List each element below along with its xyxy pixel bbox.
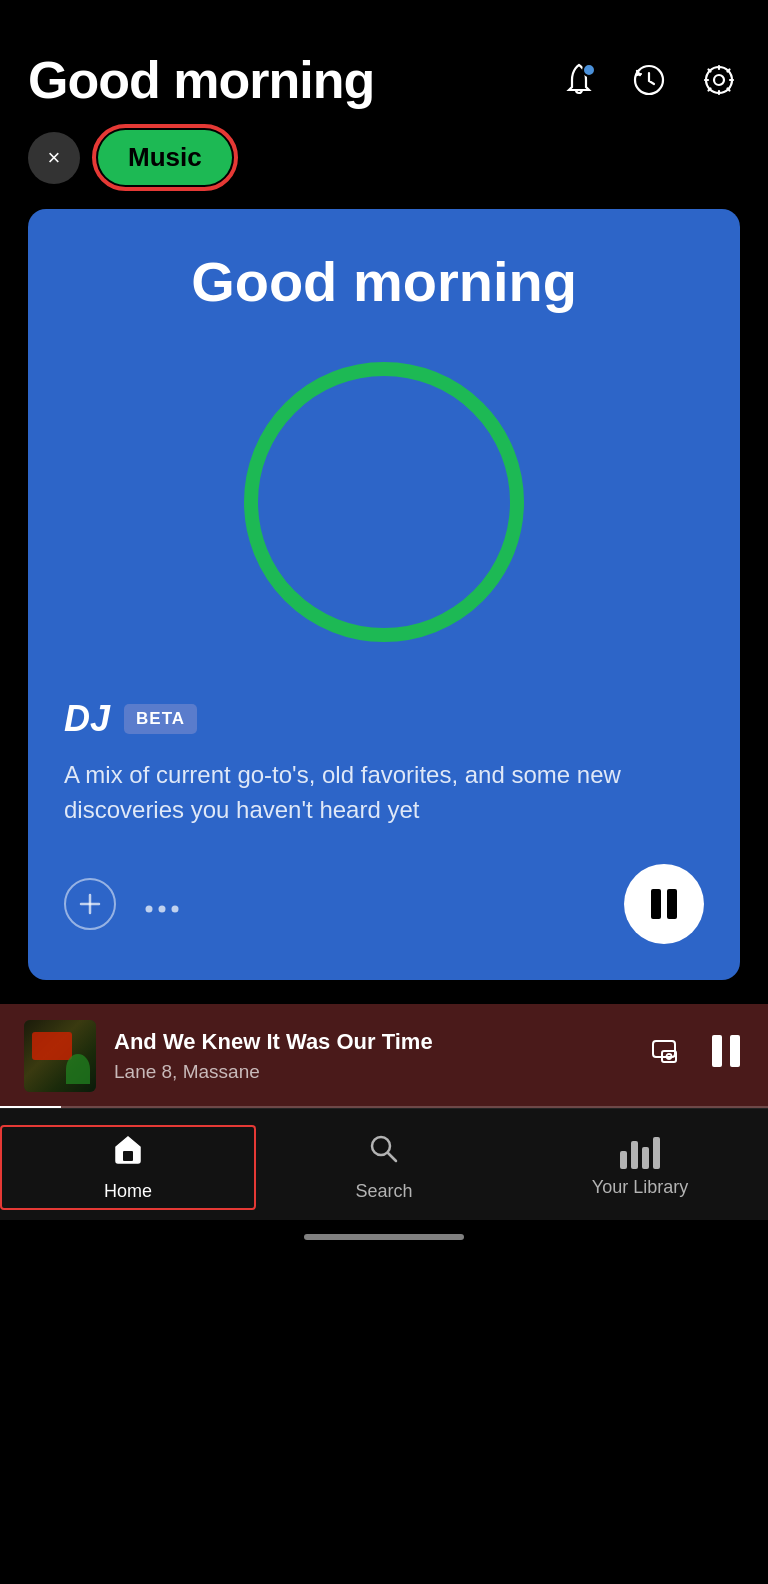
plus-icon [77, 891, 103, 917]
dj-action-left [64, 878, 180, 930]
library-bars [620, 1137, 660, 1169]
nav-search[interactable]: Search [256, 1125, 512, 1210]
svg-point-6 [159, 905, 166, 912]
header-icons [558, 59, 740, 101]
close-icon: × [48, 145, 61, 171]
now-playing-controls [648, 1031, 744, 1080]
search-svg-icon [368, 1133, 400, 1165]
svg-rect-12 [730, 1035, 740, 1067]
now-playing-pause-button[interactable] [708, 1031, 744, 1080]
connect-device-icon [648, 1033, 686, 1071]
dj-description: A mix of current go-to's, old favorites,… [64, 758, 704, 828]
svg-point-5 [146, 905, 153, 912]
dj-actions [64, 864, 704, 944]
music-filter-chip[interactable]: Music [98, 130, 232, 185]
history-button[interactable] [628, 59, 670, 101]
home-nav-label: Home [104, 1181, 152, 1202]
dj-circle-container [64, 362, 704, 642]
album-art-image [24, 1020, 96, 1092]
now-playing-artist: Lane 8, Massane [114, 1061, 630, 1083]
library-nav-label: Your Library [592, 1177, 688, 1198]
search-nav-label: Search [355, 1181, 412, 1202]
dj-label-row: DJ BETA [64, 698, 704, 740]
progress-bar [0, 1106, 768, 1108]
add-button[interactable] [64, 878, 116, 930]
beta-badge: BETA [124, 704, 197, 734]
lib-bar-1 [620, 1151, 627, 1169]
search-icon [368, 1133, 400, 1173]
home-icon [112, 1133, 144, 1173]
pause-icon [708, 1031, 744, 1071]
filter-row: × Music [0, 130, 768, 209]
dj-card-title: Good morning [64, 249, 704, 314]
history-icon [632, 63, 666, 97]
pause-button[interactable] [624, 864, 704, 944]
dj-label: DJ [64, 698, 110, 740]
notification-button[interactable] [558, 59, 600, 101]
pause-bar-right [667, 889, 677, 919]
dj-card: Good morning DJ BETA A mix of current go… [28, 209, 740, 980]
svg-rect-13 [123, 1151, 133, 1161]
svg-point-7 [172, 905, 179, 912]
album-art [24, 1020, 96, 1092]
page-title: Good morning [28, 50, 374, 110]
dj-circle [244, 362, 524, 642]
nav-library[interactable]: Your Library [512, 1129, 768, 1206]
lib-bar-3 [642, 1147, 649, 1169]
now-playing-bar[interactable]: And We Knew It Was Our Time Lane 8, Mass… [0, 1004, 768, 1108]
pause-icon [651, 889, 677, 919]
library-icon [620, 1137, 660, 1169]
home-svg-icon [112, 1133, 144, 1165]
lib-bar-4 [653, 1137, 660, 1169]
settings-button[interactable] [698, 59, 740, 101]
svg-point-2 [706, 67, 732, 93]
nav-home[interactable]: Home [0, 1125, 256, 1210]
svg-line-15 [388, 1153, 396, 1161]
svg-rect-11 [712, 1035, 722, 1067]
progress-fill [0, 1106, 61, 1108]
filter-close-button[interactable]: × [28, 132, 80, 184]
device-connect-button[interactable] [648, 1033, 686, 1078]
lib-bar-2 [631, 1141, 638, 1169]
gear-icon [702, 63, 736, 97]
ellipsis-icon [144, 904, 180, 914]
pause-bar-left [651, 889, 661, 919]
bottom-navigation: Home Search Your Library [0, 1108, 768, 1220]
now-playing-title: And We Knew It Was Our Time [114, 1029, 630, 1055]
svg-point-1 [714, 75, 724, 85]
header: Good morning [0, 0, 768, 130]
more-button[interactable] [144, 887, 180, 921]
now-playing-info: And We Knew It Was Our Time Lane 8, Mass… [114, 1029, 630, 1083]
now-playing-wrapper: And We Knew It Was Our Time Lane 8, Mass… [0, 1004, 768, 1108]
bottom-pill-bar [0, 1220, 768, 1248]
bell-icon [563, 62, 595, 98]
home-indicator [304, 1234, 464, 1240]
